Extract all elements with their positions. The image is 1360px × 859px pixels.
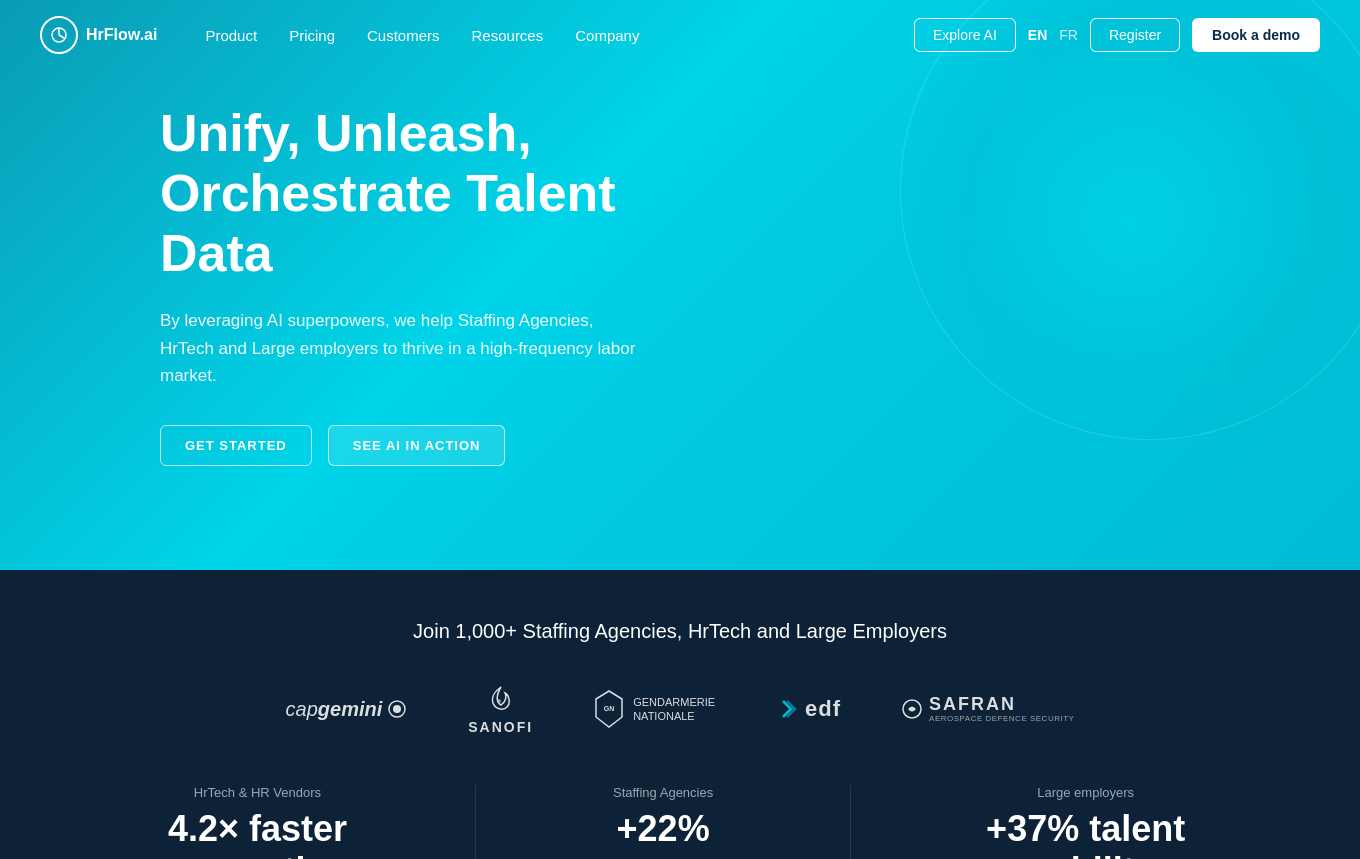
nav-customers[interactable]: Customers [367, 27, 440, 44]
svg-text:GN: GN [604, 705, 615, 712]
hero-content: Unify, Unleash, Orchestrate Talent Data … [160, 104, 720, 466]
partners-section: Join 1,000+ Staffing Agencies, HrTech an… [0, 570, 1360, 859]
hero-buttons: GET STARTED SEE AI IN ACTION [160, 425, 720, 466]
nav-product[interactable]: Product [205, 27, 257, 44]
see-ai-button[interactable]: SEE AI IN ACTION [328, 425, 506, 466]
sanofi-icon [485, 683, 517, 715]
logo-sanofi: SANOFI [468, 683, 533, 735]
stat-hrtech-value: 4.2× faster growth [120, 808, 395, 859]
partners-headline: Join 1,000+ Staffing Agencies, HrTech an… [40, 620, 1320, 643]
navbar: HrFlow.ai Product Pricing Customers Reso… [0, 0, 1360, 70]
stat-employers-value: +37% talent mobility [931, 808, 1240, 859]
stat-hrtech-category: HrTech & HR Vendors [120, 785, 395, 800]
explore-ai-button[interactable]: Explore AI [914, 18, 1016, 52]
logo-gendarmerie: GN Gendarmerie Nationale [593, 689, 715, 729]
hero-title: Unify, Unleash, Orchestrate Talent Data [160, 104, 720, 283]
logos-row: capgemini SANOFI GN Gendarmerie National… [40, 683, 1320, 735]
hero-subtitle: By leveraging AI superpowers, we help St… [160, 307, 640, 389]
stat-staffing-category: Staffing Agencies [556, 785, 770, 800]
stat-staffing: Staffing Agencies +22% revenue [476, 785, 851, 859]
safran-text-block: SAFRAN AEROSPACE DEFENCE SECURITY [929, 695, 1074, 724]
svg-point-4 [393, 705, 401, 713]
stat-employers: Large employers +37% talent mobility [851, 785, 1320, 859]
lang-fr[interactable]: FR [1059, 27, 1078, 43]
logo-text: HrFlow.ai [86, 26, 157, 44]
book-demo-button[interactable]: Book a demo [1192, 18, 1320, 52]
language-switcher: EN FR [1028, 27, 1078, 43]
logo-capgemini: capgemini [286, 698, 409, 721]
register-button[interactable]: Register [1090, 18, 1180, 52]
logo-edf: edf [775, 696, 841, 722]
nav-resources[interactable]: Resources [472, 27, 544, 44]
logo-link[interactable]: HrFlow.ai [40, 16, 157, 54]
lang-en[interactable]: EN [1028, 27, 1047, 43]
svg-point-5 [497, 699, 501, 703]
stat-staffing-value: +22% revenue [556, 808, 770, 859]
stats-row: HrTech & HR Vendors 4.2× faster growth S… [40, 785, 1320, 859]
stat-hrtech: HrTech & HR Vendors 4.2× faster growth [40, 785, 476, 859]
get-started-button[interactable]: GET STARTED [160, 425, 312, 466]
stat-employers-category: Large employers [931, 785, 1240, 800]
hero-decoration-circle-inner [930, 30, 1330, 430]
gendarmerie-text: Gendarmerie Nationale [633, 695, 715, 724]
nav-right: Explore AI EN FR Register Book a demo [914, 18, 1320, 52]
sanofi-text: SANOFI [468, 719, 533, 735]
hero-section: HrFlow.ai Product Pricing Customers Reso… [0, 0, 1360, 570]
safran-symbol-icon [901, 698, 923, 720]
svg-line-2 [59, 35, 64, 38]
edf-text: edf [805, 696, 841, 722]
nav-company[interactable]: Company [575, 27, 639, 44]
nav-links: Product Pricing Customers Resources Comp… [205, 27, 639, 44]
nav-pricing[interactable]: Pricing [289, 27, 335, 44]
capgemini-symbol-icon [386, 698, 408, 720]
edf-symbol-icon [775, 697, 799, 721]
gendarmerie-icon: GN [593, 689, 625, 729]
logo-safran: SAFRAN AEROSPACE DEFENCE SECURITY [901, 695, 1074, 724]
logo-icon [40, 16, 78, 54]
